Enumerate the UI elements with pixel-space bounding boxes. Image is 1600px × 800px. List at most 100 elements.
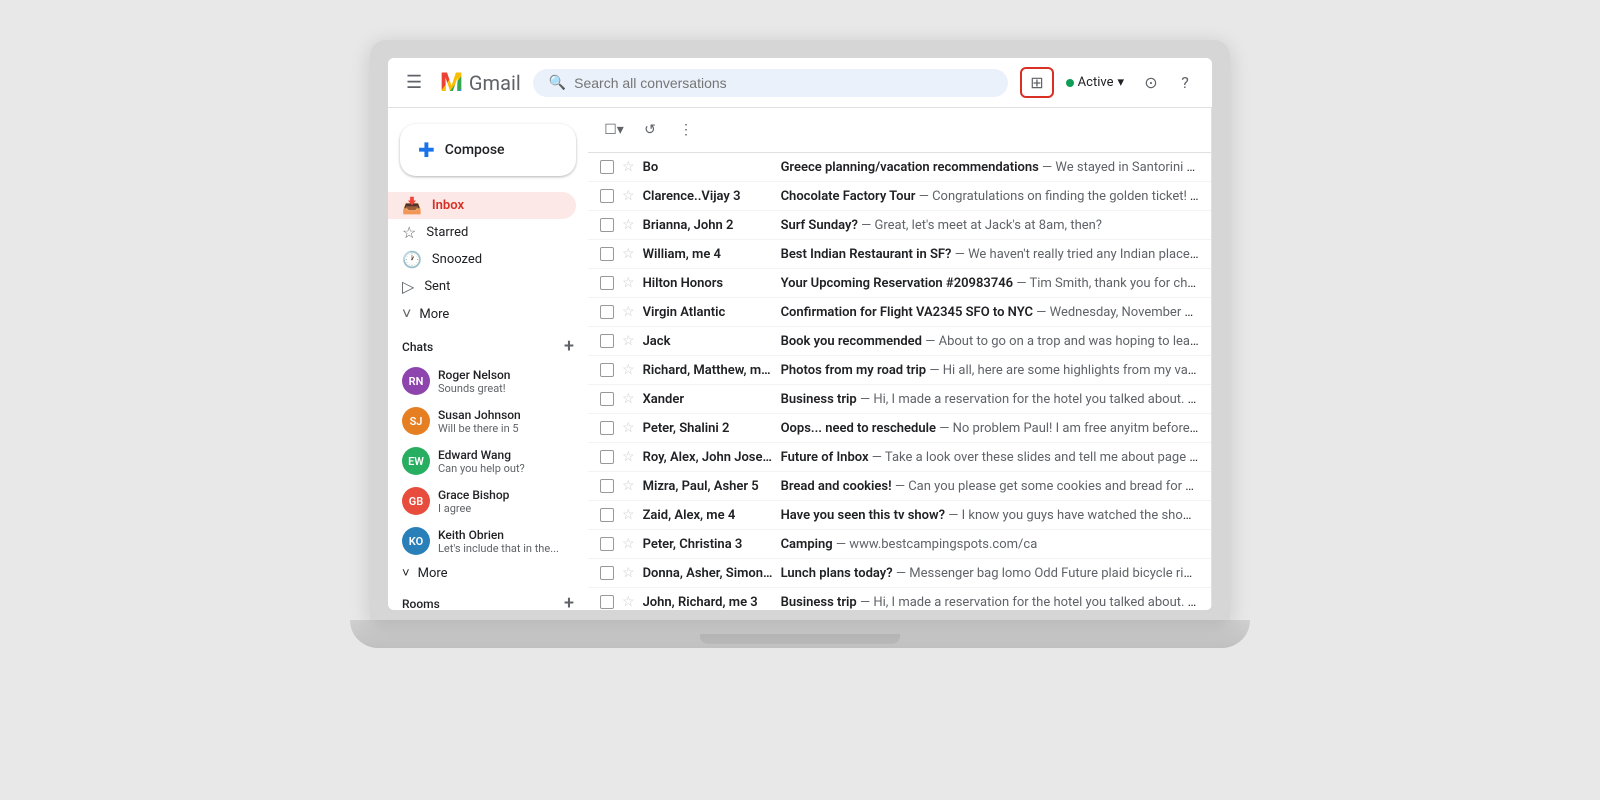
email-checkbox-2[interactable] (600, 218, 614, 232)
email-row[interactable]: ☆ Hilton Honors Your Upcoming Reservatio… (588, 269, 1211, 298)
sidebar-item-sent[interactable]: ▷ Sent (388, 273, 576, 300)
chats-add-button[interactable]: + (564, 336, 574, 357)
chat-preview-grace: I agree (438, 502, 509, 515)
email-list: ☐▾ ↺ ⋮ ☆ Bo Greece planning/vacation rec… (588, 108, 1212, 610)
email-star-3[interactable]: ☆ (622, 246, 635, 262)
email-checkbox-8[interactable] (600, 392, 614, 406)
email-subject-9: Oops... need to reschedule — No problem … (781, 421, 1199, 436)
sidebar-item-more[interactable]: ˅ More (388, 300, 576, 328)
email-subject-13: Camping — www.bestcampingspots.com/ca (781, 537, 1199, 552)
chat-name-keith: Keith Obrien (438, 528, 559, 542)
inbox-icon: 📥 (402, 196, 422, 215)
email-checkbox-7[interactable] (600, 363, 614, 377)
email-subject-4: Your Upcoming Reservation #20983746 — Ti… (781, 276, 1199, 291)
select-all-checkbox[interactable]: ☐▾ (600, 116, 628, 144)
email-row[interactable]: ☆ William, me 4 Best Indian Restaurant i… (588, 240, 1211, 269)
email-row[interactable]: ☆ Xander Business trip — Hi, I made a re… (588, 385, 1211, 414)
chat-item-roger[interactable]: RN Roger Nelson Sounds great! (388, 361, 576, 401)
gmail-m-icon: M (440, 68, 463, 98)
email-row[interactable]: ☆ Peter, Shalini 2 Oops... need to resch… (588, 414, 1211, 443)
grid-view-button[interactable]: ⊞ (1020, 67, 1053, 98)
email-star-4[interactable]: ☆ (622, 275, 635, 291)
help-icon-button[interactable]: ? (1170, 68, 1200, 98)
email-star-11[interactable]: ☆ (622, 478, 635, 494)
email-sender-0: Bo (643, 160, 773, 175)
active-status-badge[interactable]: Active ▾ (1058, 71, 1132, 94)
chat-item-grace[interactable]: GB Grace Bishop I agree (388, 481, 576, 521)
chats-section-label: Chats (402, 340, 433, 354)
email-star-7[interactable]: ☆ (622, 362, 635, 378)
email-checkbox-15[interactable] (600, 595, 614, 609)
email-checkbox-4[interactable] (600, 276, 614, 290)
email-star-10[interactable]: ☆ (622, 449, 635, 465)
email-sender-10: Roy, Alex, John Jose 5 (643, 450, 773, 465)
email-subject-14: Lunch plans today? — Messenger bag lomo … (781, 566, 1199, 581)
snoozed-icon: 🕐 (402, 250, 422, 269)
email-row[interactable]: ☆ Jack Book you recommended — About to g… (588, 327, 1211, 356)
chats-more-row[interactable]: ˅ More (388, 561, 576, 585)
email-row[interactable]: ☆ Donna, Asher, Simon 6 Lunch plans toda… (588, 559, 1211, 588)
account-icon-button[interactable]: ⊙ (1136, 68, 1166, 98)
sidebar-item-snoozed[interactable]: 🕐 Snoozed (388, 246, 576, 273)
email-row[interactable]: ☆ Clarence..Vijay 3 Chocolate Factory To… (588, 182, 1211, 211)
email-row[interactable]: ☆ Zaid, Alex, me 4 Have you seen this tv… (588, 501, 1211, 530)
chat-item-keith[interactable]: KO Keith Obrien Let's include that in th… (388, 521, 576, 561)
hamburger-menu-icon[interactable]: ☰ (400, 66, 428, 99)
email-checkbox-1[interactable] (600, 189, 614, 203)
email-star-14[interactable]: ☆ (622, 565, 635, 581)
search-bar[interactable]: 🔍 (533, 69, 1009, 97)
email-checkbox-9[interactable] (600, 421, 614, 435)
active-dot-icon (1066, 79, 1074, 87)
email-checkbox-13[interactable] (600, 537, 614, 551)
email-star-6[interactable]: ☆ (622, 333, 635, 349)
email-star-15[interactable]: ☆ (622, 594, 635, 610)
email-row[interactable]: ☆ Peter, Christina 3 Camping — www.bestc… (588, 530, 1211, 559)
email-star-0[interactable]: ☆ (622, 159, 635, 175)
email-checkbox-12[interactable] (600, 508, 614, 522)
more-dots-icon: ⋮ (679, 122, 693, 138)
email-checkbox-10[interactable] (600, 450, 614, 464)
email-row[interactable]: ☆ Richard, Matthew, me 3 Photos from my … (588, 356, 1211, 385)
email-sender-4: Hilton Honors (643, 276, 773, 291)
sidebar: ✚ Compose 📥 Inbox ☆ Starred 🕐 Snoozed (388, 108, 588, 610)
email-row[interactable]: ☆ John, Richard, me 3 Business trip — Hi… (588, 588, 1211, 610)
more-options-button[interactable]: ⋮ (672, 116, 700, 144)
email-row[interactable]: ☆ Bo Greece planning/vacation recommenda… (588, 153, 1211, 182)
email-star-12[interactable]: ☆ (622, 507, 635, 523)
more-chevron-icon: ˅ (402, 304, 411, 324)
email-row[interactable]: ☆ Mizra, Paul, Asher 5 Bread and cookies… (588, 472, 1211, 501)
email-row[interactable]: ☆ Virgin Atlantic Confirmation for Fligh… (588, 298, 1211, 327)
email-subject-5: Confirmation for Flight VA2345 SFO to NY… (781, 305, 1199, 320)
chat-preview-roger: Sounds great! (438, 382, 510, 395)
search-input[interactable] (574, 75, 992, 91)
email-checkbox-6[interactable] (600, 334, 614, 348)
email-checkbox-3[interactable] (600, 247, 614, 261)
more-label: More (419, 307, 449, 322)
chat-preview-keith: Let's include that in the... (438, 542, 559, 555)
rooms-add-button[interactable]: + (564, 593, 574, 610)
chat-info-roger: Roger Nelson Sounds great! (438, 368, 510, 395)
help-icon: ? (1181, 73, 1189, 92)
email-star-9[interactable]: ☆ (622, 420, 635, 436)
chat-item-edward[interactable]: EW Edward Wang Can you help out? (388, 441, 576, 481)
sidebar-item-inbox[interactable]: 📥 Inbox (388, 192, 576, 219)
chat-info-keith: Keith Obrien Let's include that in the..… (438, 528, 559, 555)
email-star-2[interactable]: ☆ (622, 217, 635, 233)
email-checkbox-0[interactable] (600, 160, 614, 174)
grid-icon: ⊞ (1030, 73, 1043, 92)
chat-item-susan[interactable]: SJ Susan Johnson Will be there in 5 (388, 401, 576, 441)
email-star-1[interactable]: ☆ (622, 188, 635, 204)
email-row[interactable]: ☆ Roy, Alex, John Jose 5 Future of Inbox… (588, 443, 1211, 472)
email-checkbox-14[interactable] (600, 566, 614, 580)
email-checkbox-5[interactable] (600, 305, 614, 319)
refresh-button[interactable]: ↺ (636, 116, 664, 144)
sidebar-item-starred[interactable]: ☆ Starred (388, 219, 576, 246)
compose-button[interactable]: ✚ Compose (400, 124, 576, 176)
email-checkbox-11[interactable] (600, 479, 614, 493)
email-star-8[interactable]: ☆ (622, 391, 635, 407)
email-sender-6: Jack (643, 334, 773, 349)
email-star-13[interactable]: ☆ (622, 536, 635, 552)
email-row[interactable]: ☆ Brianna, John 2 Surf Sunday? — Great, … (588, 211, 1211, 240)
email-star-5[interactable]: ☆ (622, 304, 635, 320)
checkbox-icon: ☐▾ (604, 122, 624, 138)
